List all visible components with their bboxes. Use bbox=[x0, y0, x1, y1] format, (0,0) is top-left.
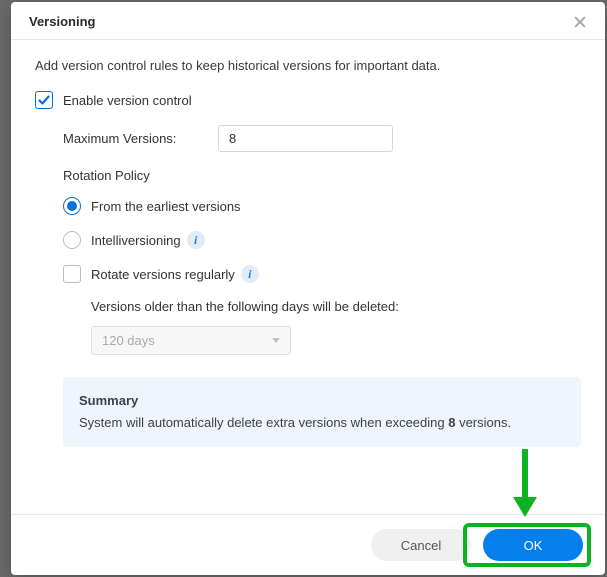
modal-body: Add version control rules to keep histor… bbox=[11, 40, 605, 514]
rotation-earliest-row: From the earliest versions bbox=[35, 197, 581, 215]
modal-footer: Cancel OK bbox=[11, 514, 605, 575]
max-versions-input[interactable] bbox=[218, 125, 393, 152]
days-select-value: 120 days bbox=[102, 333, 155, 348]
rotation-earliest-label: From the earliest versions bbox=[91, 199, 241, 214]
modal-header: Versioning bbox=[11, 2, 605, 40]
rotation-intelliversioning-radio[interactable] bbox=[63, 231, 81, 249]
days-select: 120 days bbox=[91, 326, 291, 355]
summary-title: Summary bbox=[79, 391, 565, 411]
summary-text: System will automatically delete extra v… bbox=[79, 413, 565, 433]
max-versions-row: Maximum Versions: bbox=[35, 125, 581, 152]
summary-text-after: versions. bbox=[455, 415, 511, 430]
rotation-intelliversioning-row: Intelliversioning i bbox=[35, 231, 581, 249]
enable-version-control-label: Enable version control bbox=[63, 93, 192, 108]
versioning-modal: Versioning Add version control rules to … bbox=[11, 2, 605, 575]
chevron-down-icon bbox=[272, 338, 280, 343]
rotation-policy-title: Rotation Policy bbox=[35, 168, 581, 183]
rotate-regularly-label: Rotate versions regularly bbox=[91, 267, 235, 282]
info-icon[interactable]: i bbox=[241, 265, 259, 283]
enable-version-control-checkbox[interactable] bbox=[35, 91, 53, 109]
older-than-text: Versions older than the following days w… bbox=[35, 299, 581, 314]
enable-version-control-row: Enable version control bbox=[35, 91, 581, 109]
info-icon[interactable]: i bbox=[187, 231, 205, 249]
summary-box: Summary System will automatically delete… bbox=[63, 377, 581, 447]
rotate-regularly-row: Rotate versions regularly i bbox=[35, 265, 581, 283]
rotation-intelliversioning-label: Intelliversioning bbox=[91, 233, 181, 248]
description-text: Add version control rules to keep histor… bbox=[35, 58, 581, 73]
rotate-regularly-checkbox[interactable] bbox=[63, 265, 81, 283]
cancel-button[interactable]: Cancel bbox=[371, 529, 471, 561]
days-select-wrap: 120 days bbox=[35, 326, 581, 355]
max-versions-label: Maximum Versions: bbox=[63, 131, 218, 146]
rotation-earliest-radio[interactable] bbox=[63, 197, 81, 215]
ok-button[interactable]: OK bbox=[483, 529, 583, 561]
modal-title: Versioning bbox=[29, 14, 95, 29]
close-icon[interactable] bbox=[573, 15, 587, 29]
summary-text-before: System will automatically delete extra v… bbox=[79, 415, 448, 430]
